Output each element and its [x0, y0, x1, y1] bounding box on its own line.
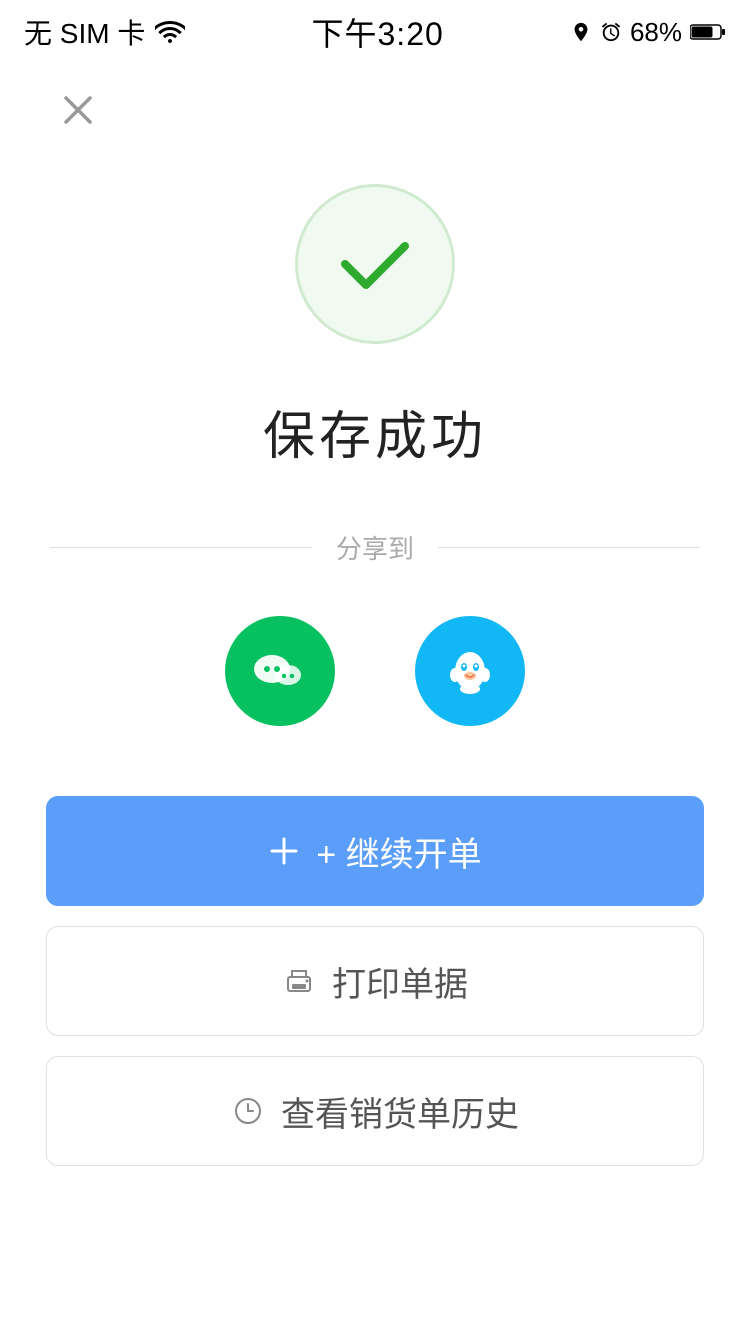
- plus-icon: [268, 835, 300, 867]
- location-icon: [570, 21, 592, 43]
- status-bar-right: 68%: [570, 17, 726, 48]
- status-bar-time: 下午3:20: [312, 9, 444, 55]
- divider-right: [438, 547, 700, 548]
- print-label: 打印单据: [332, 957, 468, 1006]
- divider-row: 分享到: [0, 529, 750, 566]
- continue-order-label: + 继续开单: [316, 827, 481, 876]
- share-icons-row: [225, 616, 525, 726]
- share-qq-button[interactable]: [415, 616, 525, 726]
- action-buttons: + 继续开单 打印单据 查看销货单历史: [0, 796, 750, 1166]
- share-section: 分享到: [0, 529, 750, 726]
- battery-icon: [690, 23, 726, 41]
- status-bar: 无 SIM 卡 下午3:20 68%: [0, 0, 750, 64]
- success-icon-circle: [295, 184, 455, 344]
- wechat-icon: [248, 639, 312, 703]
- main-content: 保存成功 分享到: [0, 64, 750, 1166]
- printer-icon: [282, 964, 316, 998]
- alarm-icon: [600, 21, 622, 43]
- sim-status: 无 SIM 卡: [24, 12, 145, 52]
- continue-order-button[interactable]: + 继续开单: [46, 796, 704, 906]
- close-button[interactable]: [48, 80, 108, 140]
- status-bar-left: 无 SIM 卡: [24, 12, 185, 52]
- divider-left: [50, 547, 312, 548]
- divider-label: 分享到: [312, 529, 438, 566]
- history-icon: [231, 1094, 265, 1128]
- history-button[interactable]: 查看销货单历史: [46, 1056, 704, 1166]
- wifi-icon: [155, 21, 185, 43]
- print-button[interactable]: 打印单据: [46, 926, 704, 1036]
- battery-percentage: 68%: [630, 17, 682, 48]
- checkmark-icon: [330, 219, 420, 309]
- success-title: 保存成功: [263, 394, 487, 469]
- history-label: 查看销货单历史: [281, 1087, 519, 1136]
- qq-icon: [438, 639, 502, 703]
- share-wechat-button[interactable]: [225, 616, 335, 726]
